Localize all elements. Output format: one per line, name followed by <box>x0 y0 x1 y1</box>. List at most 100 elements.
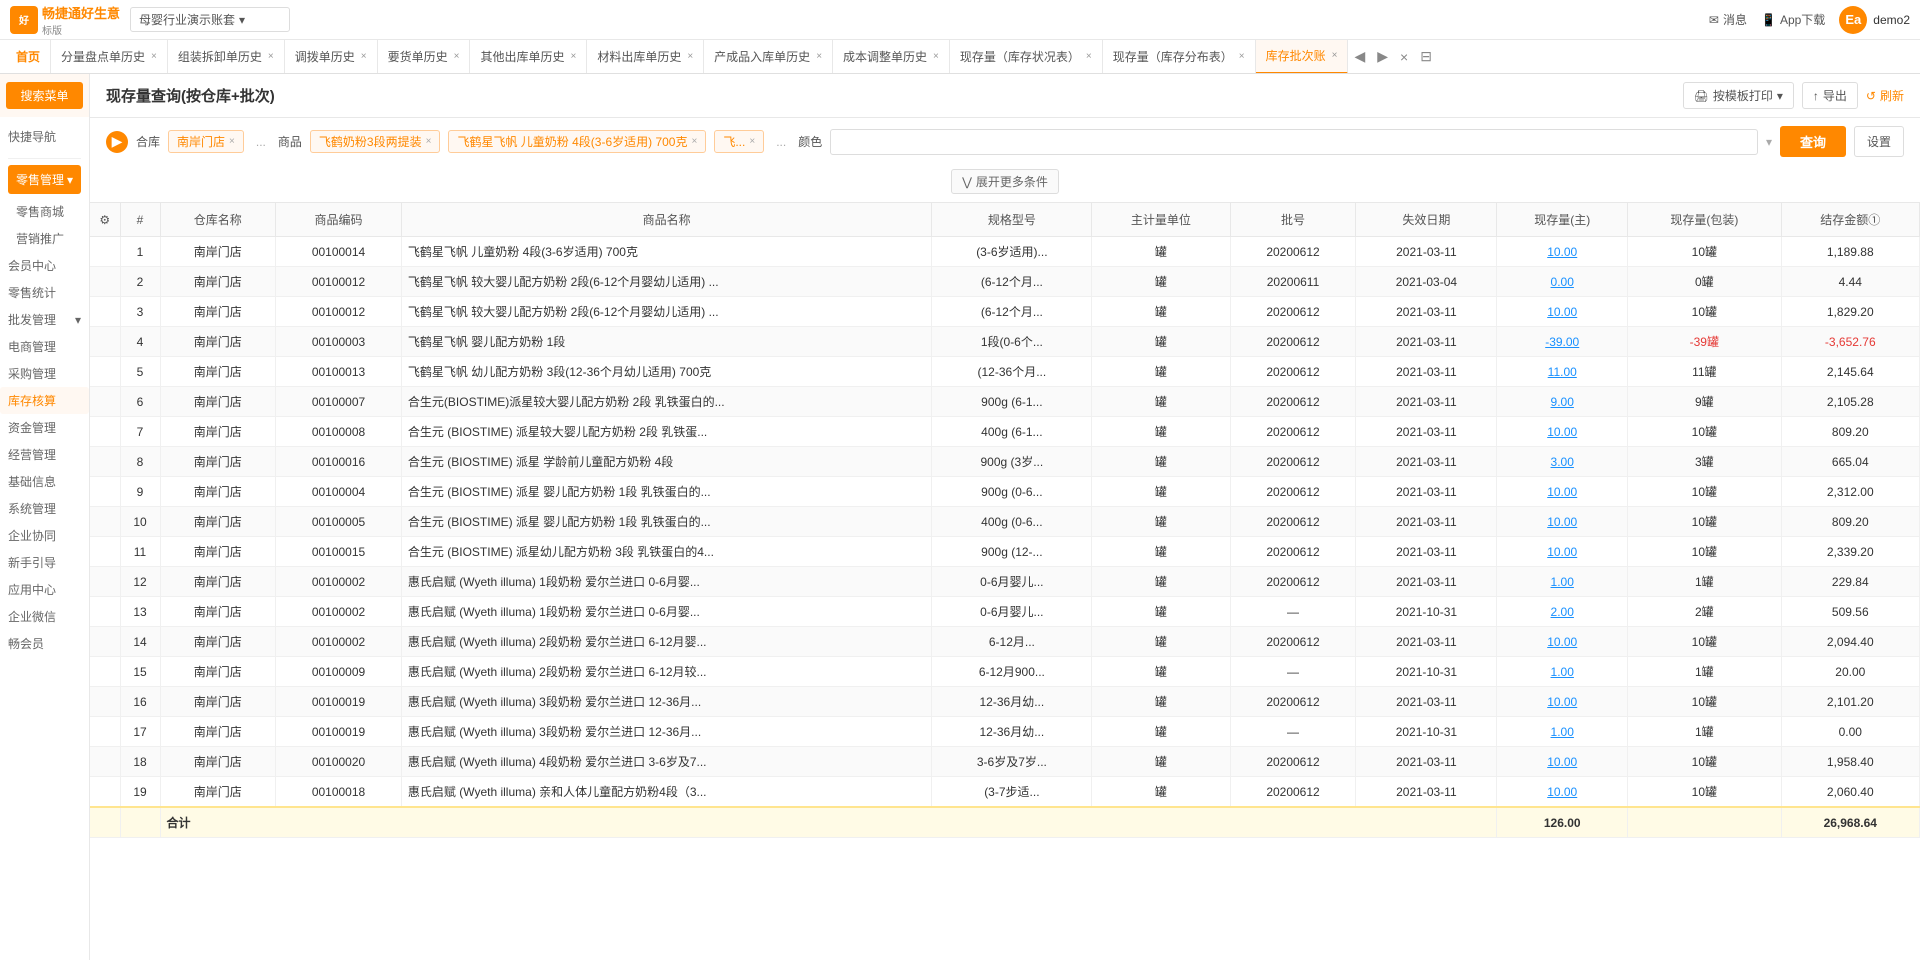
color-input[interactable] <box>830 129 1758 155</box>
tab-close-icon[interactable]: × <box>687 51 693 62</box>
tab-chengpinruku[interactable]: 产成品入库单历史 × <box>704 40 833 74</box>
message-btn[interactable]: ✉ 消息 <box>1709 11 1747 28</box>
tab-kucun-batch[interactable]: 库存批次账 × <box>1256 40 1349 74</box>
tab-close-icon[interactable]: × <box>151 51 157 62</box>
cell-qty-main[interactable]: 10.00 <box>1497 777 1628 808</box>
cell-qty-main[interactable]: 10.00 <box>1497 747 1628 777</box>
cell-qty-pkg: 1罐 <box>1628 657 1781 687</box>
cell-name: 合生元 (BIOSTIME) 派星 婴儿配方奶粉 1段 乳铁蛋白的... <box>401 477 932 507</box>
total-qty-pkg <box>1628 807 1781 838</box>
query-btn[interactable]: 查询 <box>1780 126 1846 157</box>
sidebar-item-marketing[interactable]: 营销推广 <box>0 225 89 252</box>
sidebar-item-purchase[interactable]: 采购管理 <box>0 360 89 387</box>
cell-qty-main[interactable]: 9.00 <box>1497 387 1628 417</box>
product-tag-2[interactable]: 飞鹤星飞帆 儿童奶粉 4段(3-6岁适用) 700克 × <box>448 130 706 153</box>
cell-warehouse: 南岸门店 <box>160 687 276 717</box>
cell-qty-main[interactable]: -39.00 <box>1497 327 1628 357</box>
tab-close-all-btn[interactable]: × <box>1394 40 1414 74</box>
sidebar-item-guide[interactable]: 新手引导 <box>0 549 89 576</box>
tab-kucun-status[interactable]: 现存量（库存状况表） × <box>950 40 1103 74</box>
cell-qty-main[interactable]: 10.00 <box>1497 477 1628 507</box>
tab-close-icon[interactable]: × <box>268 51 274 62</box>
tab-close-icon[interactable]: × <box>1332 50 1338 61</box>
tab-liaochuku[interactable]: 材料出库单历史 × <box>587 40 704 74</box>
sidebar-item-operations[interactable]: 经营管理 <box>0 441 89 468</box>
sidebar-item-system[interactable]: 系统管理 <box>0 495 89 522</box>
cell-qty-main[interactable]: 10.00 <box>1497 507 1628 537</box>
search-menu-btn[interactable]: 搜索菜单 <box>6 82 83 109</box>
product-tag-1-close-icon[interactable]: × <box>426 136 432 147</box>
tab-home[interactable]: 首页 <box>6 40 51 74</box>
tab-qitachuku[interactable]: 其他出库单历史 × <box>470 40 587 74</box>
tab-close-icon[interactable]: × <box>361 51 367 62</box>
sidebar-item-collab[interactable]: 企业协同 <box>0 522 89 549</box>
filter-toggle-btn[interactable]: ▶ <box>106 131 128 153</box>
cell-qty-main[interactable]: 1.00 <box>1497 717 1628 747</box>
tab-diaoBo[interactable]: 调拨单历史 × <box>285 40 378 74</box>
sidebar-item-finance[interactable]: 资金管理 <box>0 414 89 441</box>
user-info[interactable]: Ea demo2 <box>1839 6 1910 34</box>
cell-qty-main[interactable]: 10.00 <box>1497 237 1628 267</box>
refresh-btn[interactable]: ↺ 刷新 <box>1866 87 1904 104</box>
sidebar-item-member[interactable]: 会员中心 <box>0 252 89 279</box>
settings-btn[interactable]: 设置 <box>1854 126 1904 157</box>
sidebar-item-inventory[interactable]: 库存核算 <box>0 387 89 414</box>
org-selector[interactable]: 母婴行业演示账套 ▾ <box>130 7 290 32</box>
sidebar-quick-nav[interactable]: 快捷导航 <box>0 123 89 150</box>
sidebar-item-app-center[interactable]: 应用中心 <box>0 576 89 603</box>
tab-prev-btn[interactable]: ◀ <box>1348 40 1371 74</box>
tab-next-btn[interactable]: ▶ <box>1371 40 1394 74</box>
sidebar-item-ecommerce[interactable]: 电商管理 <box>0 333 89 360</box>
print-btn[interactable]: 🖨 按模板打印 ▾ <box>1683 82 1794 109</box>
warehouse-more[interactable]: ... <box>252 135 270 149</box>
tab-close-icon[interactable]: × <box>1239 51 1245 62</box>
cell-qty-main[interactable]: 11.00 <box>1497 357 1628 387</box>
product-tag-2-close-icon[interactable]: × <box>691 136 697 147</box>
cell-qty-main[interactable]: 10.00 <box>1497 417 1628 447</box>
cell-qty-main[interactable]: 1.00 <box>1497 657 1628 687</box>
cell-qty-main[interactable]: 10.00 <box>1497 297 1628 327</box>
th-code: 商品编码 <box>276 203 402 237</box>
cell-qty-main[interactable]: 1.00 <box>1497 567 1628 597</box>
cell-amount: 2,339.20 <box>1781 537 1919 567</box>
product-more[interactable]: ... <box>772 135 790 149</box>
tab-close-icon[interactable]: × <box>933 51 939 62</box>
warehouse-filter-tag[interactable]: 南岸门店 × <box>168 130 244 153</box>
cell-qty-main[interactable]: 2.00 <box>1497 597 1628 627</box>
tab-close-icon[interactable]: × <box>454 51 460 62</box>
warehouse-tag-close-icon[interactable]: × <box>229 136 235 147</box>
cell-qty-main[interactable]: 10.00 <box>1497 537 1628 567</box>
sidebar-item-retail-stats[interactable]: 零售统计 <box>0 279 89 306</box>
cell-qty-main[interactable]: 0.00 <box>1497 267 1628 297</box>
product-tag-3[interactable]: 飞... × <box>714 130 764 153</box>
cell-qty-main[interactable]: 10.00 <box>1497 627 1628 657</box>
app-download-btn[interactable]: 📱 App下载 <box>1761 11 1825 28</box>
message-icon: ✉ <box>1709 13 1719 27</box>
tab-fenliang[interactable]: 分量盘点单历史 × <box>51 40 168 74</box>
export-btn[interactable]: ↑ 导出 <box>1802 82 1858 109</box>
cell-qty-main[interactable]: 3.00 <box>1497 447 1628 477</box>
tab-close-icon[interactable]: × <box>1086 51 1092 62</box>
cell-code: 00100012 <box>276 267 402 297</box>
sidebar-item-member-pro[interactable]: 畅会员 <box>0 630 89 657</box>
tab-close-icon[interactable]: × <box>816 51 822 62</box>
product-tag-1[interactable]: 飞鹤奶粉3段两提装 × <box>310 130 441 153</box>
cell-amount: 809.20 <box>1781 507 1919 537</box>
tab-kucun-dist[interactable]: 现存量（库存分布表） × <box>1103 40 1256 74</box>
tab-close-icon[interactable]: × <box>570 51 576 62</box>
sidebar-item-wholesale[interactable]: 批发管理▾ <box>0 306 89 333</box>
sidebar-item-retail-store[interactable]: 零售商城 <box>0 198 89 225</box>
tab-menu-btn[interactable]: ⊟ <box>1414 40 1438 74</box>
th-amount: 结存金额① <box>1781 203 1919 237</box>
cell-qty-main[interactable]: 10.00 <box>1497 687 1628 717</box>
tab-chengbentiaoz[interactable]: 成本调整单历史 × <box>833 40 950 74</box>
sidebar-item-basic[interactable]: 基础信息 <box>0 468 89 495</box>
table-row: 5 南岸门店 00100013 飞鹤星飞帆 幼儿配方奶粉 3段(12-36个月幼… <box>90 357 1920 387</box>
sidebar-item-corp-wechat[interactable]: 企业微信 <box>0 603 89 630</box>
cell-batch: 20200612 <box>1230 567 1356 597</box>
sidebar-item-retail-mgmt[interactable]: 零售管理 ▾ <box>8 165 81 194</box>
product-tag-3-close-icon[interactable]: × <box>749 136 755 147</box>
tab-zuzhuang[interactable]: 组装拆卸单历史 × <box>168 40 285 74</box>
expand-conditions-btn[interactable]: ⋁ 展开更多条件 <box>951 169 1059 194</box>
tab-yaohuo[interactable]: 要货单历史 × <box>378 40 471 74</box>
